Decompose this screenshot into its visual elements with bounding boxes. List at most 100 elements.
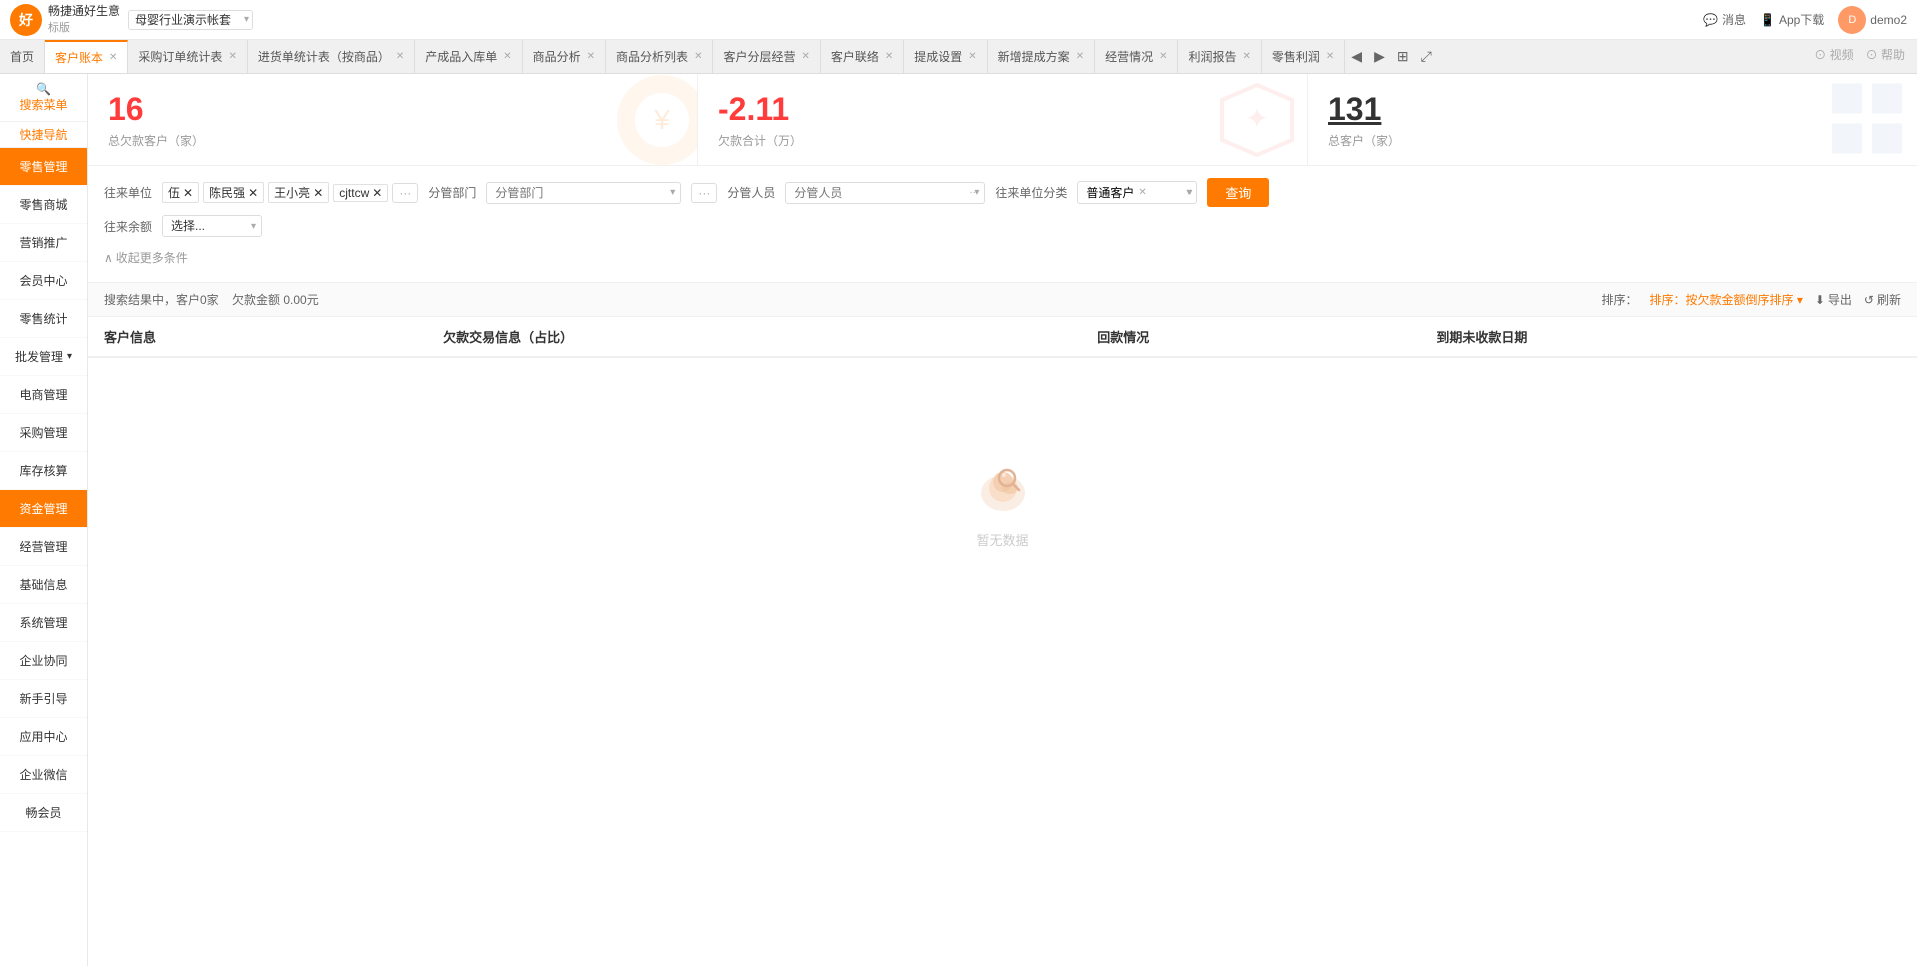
message-action[interactable]: 💬 消息	[1703, 11, 1746, 28]
tab-commission-setting-close[interactable]: ✕	[968, 51, 976, 62]
logo-text-block: 畅捷通好生意 标版	[48, 4, 120, 36]
tab-inbound-stats[interactable]: 进货单统计表（按商品） ✕	[248, 40, 415, 74]
tab-product-analysis-close[interactable]: ✕	[587, 51, 595, 62]
tab-customer-tier[interactable]: 客户分层经营 ✕	[713, 40, 820, 74]
filter-person-input[interactable]	[785, 182, 985, 204]
page-content: ⊙ 视频 ⊙ 帮助 ¥ 16 总欠款客户（家） ✦	[88, 74, 1917, 966]
filter-tag-cjttcw[interactable]: cjttcw ✕	[333, 184, 388, 202]
sidebar-item-finance[interactable]: 资金管理	[0, 490, 87, 528]
stat-total-customers-label: 总客户（家）	[1328, 132, 1897, 149]
sidebar-item-purchase[interactable]: 采购管理	[0, 414, 87, 452]
tab-fullscreen[interactable]: ⤢	[1415, 40, 1438, 74]
sidebar-item-wholesale-label: 批发管理	[15, 348, 63, 365]
filter-person-wrap[interactable]: ···	[785, 182, 985, 204]
sidebar-item-inventory[interactable]: 库存核算	[0, 452, 87, 490]
sidebar-item-wholesale[interactable]: 批发管理 ▾	[0, 338, 87, 376]
collapse-arrow: ∧	[104, 251, 113, 265]
refresh-action[interactable]: ↺ 刷新	[1864, 291, 1901, 308]
company-select-wrap[interactable]: 母婴行业演示帐套 ▾	[128, 10, 253, 30]
filter-tag-cjttcw-close[interactable]: ✕	[372, 186, 382, 200]
sidebar-item-system[interactable]: 系统管理	[0, 604, 87, 642]
filter-dept-more[interactable]: ···	[691, 183, 717, 203]
tab-purchase-order-close[interactable]: ✕	[228, 51, 236, 62]
tab-product-analysis-list-close[interactable]: ✕	[694, 51, 702, 62]
sidebar-item-basic-info[interactable]: 基础信息	[0, 566, 87, 604]
tab-commission-setting[interactable]: 提成设置 ✕	[904, 40, 987, 74]
collapse-btn[interactable]: ∧ 收起更多条件	[104, 249, 1901, 266]
tab-retail-profit[interactable]: 零售利润 ✕	[1262, 40, 1345, 74]
sidebar-item-wecom[interactable]: 企业微信	[0, 756, 87, 794]
filter-dept-wrap[interactable]: ▾	[486, 182, 681, 204]
filter-category-wrap[interactable]: 普通客户 ✕ ▾	[1077, 181, 1197, 204]
sidebar-search[interactable]: 🔍 搜索菜单	[0, 74, 87, 122]
tab-scroll-left[interactable]: ◀	[1345, 40, 1368, 74]
tab-home-label: 首页	[10, 48, 34, 65]
tab-customer-contact-close[interactable]: ✕	[885, 51, 893, 62]
tab-customer-ledger[interactable]: 客户账本 ✕	[45, 40, 128, 74]
tab-product-instock[interactable]: 产成品入库单 ✕	[415, 40, 522, 74]
sort-select[interactable]: 排序：按欠款金额倒序排序 ▾	[1649, 291, 1802, 308]
user-menu[interactable]: D demo2	[1838, 6, 1907, 34]
filter-category-input[interactable]: 普通客户 ✕ ▾	[1077, 181, 1197, 204]
sidebar-item-retail-stats[interactable]: 零售统计	[0, 300, 87, 338]
empty-state: 暂无数据	[88, 358, 1917, 629]
tab-inbound-close[interactable]: ✕	[396, 51, 404, 62]
tab-customer-ledger-close[interactable]: ✕	[109, 52, 117, 63]
col-debt-info: 欠款交易信息（占比）	[427, 317, 1081, 357]
tab-profit-report-close[interactable]: ✕	[1243, 51, 1251, 62]
tab-retail-profit-close[interactable]: ✕	[1326, 51, 1334, 62]
tab-new-commission[interactable]: 新增提成方案 ✕	[988, 40, 1095, 74]
avatar: D	[1838, 6, 1866, 34]
filter-balance-label: 往来余额	[104, 218, 152, 235]
sidebar-item-purchase-label: 采购管理	[19, 424, 67, 441]
tab-customer-contact[interactable]: 客户联络 ✕	[821, 40, 904, 74]
tab-customer-tier-close[interactable]: ✕	[801, 51, 809, 62]
sort-chevron: ▾	[1797, 293, 1803, 307]
sidebar: 🔍 搜索菜单 快捷导航 零售管理 零售商城 营销推广 会员中心 零售统计 批发管…	[0, 74, 88, 966]
filter-tag-wu[interactable]: 伍 ✕	[162, 182, 199, 203]
filter-tag-chen[interactable]: 陈民强 ✕	[203, 182, 264, 203]
app-download-action[interactable]: 📱 App下载	[1760, 11, 1824, 28]
sidebar-item-guide[interactable]: 新手引导	[0, 680, 87, 718]
filter-tag-wu-close[interactable]: ✕	[183, 186, 193, 200]
sidebar-item-member2[interactable]: 畅会员	[0, 794, 87, 832]
tab-expand[interactable]: ⊞	[1391, 40, 1415, 74]
filter-category-tag-close[interactable]: ✕	[1138, 187, 1146, 198]
tab-purchase-order-stats[interactable]: 采购订单统计表 ✕	[128, 40, 247, 74]
search-button[interactable]: 查询	[1207, 178, 1269, 207]
filter-dept-input[interactable]	[486, 182, 681, 204]
sidebar-item-inventory-label: 库存核算	[19, 462, 67, 479]
sidebar-item-ops[interactable]: 经营管理	[0, 528, 87, 566]
tab-product-analysis[interactable]: 商品分析 ✕	[523, 40, 606, 74]
app-download-label: App下载	[1779, 11, 1824, 28]
tab-product-analysis-list[interactable]: 商品分析列表 ✕	[606, 40, 713, 74]
message-icon: 💬	[1703, 13, 1718, 27]
sidebar-item-app-center[interactable]: 应用中心	[0, 718, 87, 756]
sidebar-item-member[interactable]: 会员中心	[0, 262, 87, 300]
sidebar-item-retail[interactable]: 零售管理	[0, 148, 87, 186]
export-action[interactable]: ⬇ 导出	[1815, 291, 1852, 308]
tab-business-close[interactable]: ✕	[1159, 51, 1167, 62]
company-select[interactable]: 母婴行业演示帐套	[128, 10, 253, 30]
sidebar-item-collab[interactable]: 企业协同	[0, 642, 87, 680]
tab-product-instock-close[interactable]: ✕	[503, 51, 511, 62]
tab-business[interactable]: 经营情况 ✕	[1095, 40, 1178, 74]
stat-customers-number: 16	[108, 90, 677, 128]
tab-scroll-right[interactable]: ▶	[1368, 40, 1391, 74]
tab-home[interactable]: 首页	[0, 40, 45, 74]
logo-title: 畅捷通好生意	[48, 4, 120, 20]
sidebar-item-ecommerce[interactable]: 电商管理	[0, 376, 87, 414]
sidebar-item-retail-mall-label: 零售商城	[19, 196, 67, 213]
filter-balance-wrap[interactable]: 选择...	[162, 215, 262, 237]
tab-profit-report[interactable]: 利润报告 ✕	[1178, 40, 1261, 74]
filter-tag-wang-close[interactable]: ✕	[313, 186, 323, 200]
sidebar-quick-nav[interactable]: 快捷导航	[0, 122, 87, 148]
filter-balance-select[interactable]: 选择...	[162, 215, 262, 237]
sidebar-item-retail-mall[interactable]: 零售商城	[0, 186, 87, 224]
filter-tag-chen-close[interactable]: ✕	[248, 186, 258, 200]
sidebar-item-marketing[interactable]: 营销推广	[0, 224, 87, 262]
filter-tag-wang[interactable]: 王小亮 ✕	[268, 182, 329, 203]
filter-more-btn[interactable]: ···	[392, 183, 418, 203]
tab-new-commission-close[interactable]: ✕	[1076, 51, 1084, 62]
tab-business-label: 经营情况	[1105, 48, 1153, 65]
